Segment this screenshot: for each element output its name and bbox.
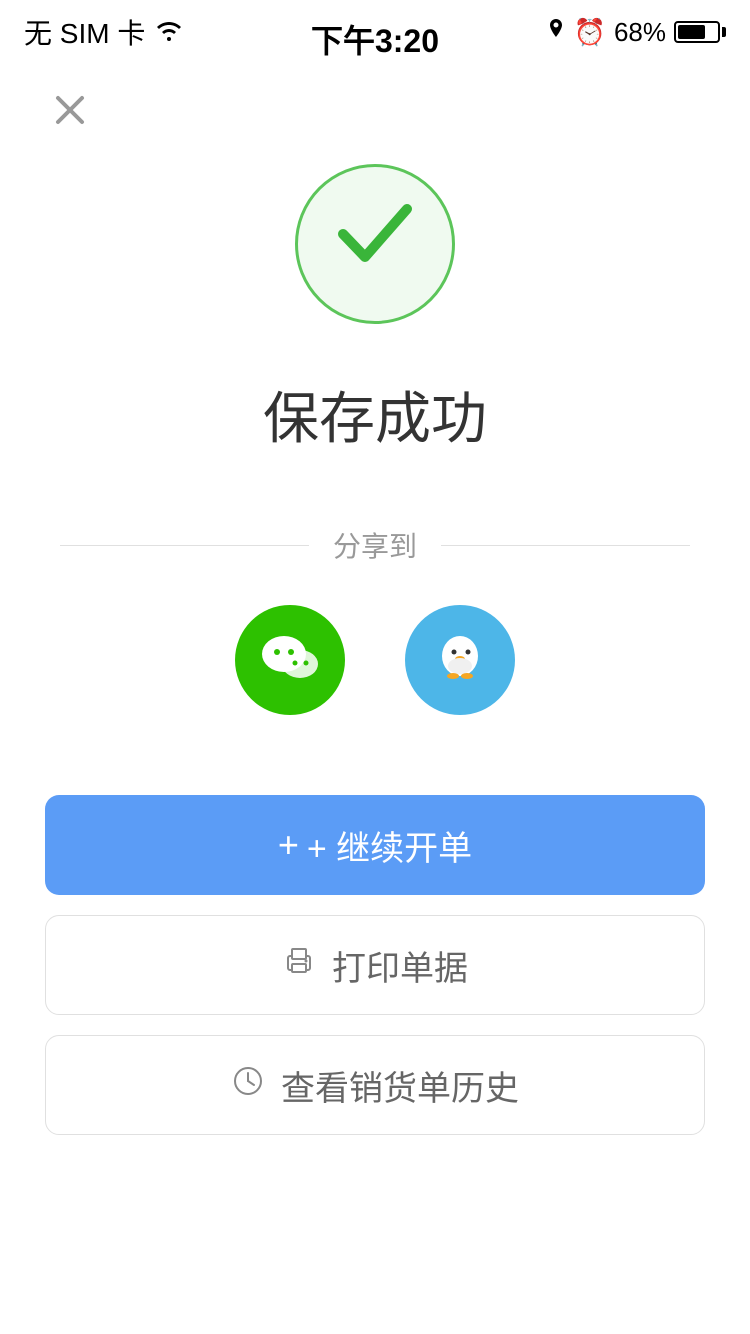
battery-percent: 68%: [614, 17, 666, 48]
qq-share-button[interactable]: [405, 605, 515, 715]
share-divider: 分享到: [0, 525, 750, 565]
clock-icon: [231, 1064, 265, 1107]
history-label: 查看销货单历史: [281, 1061, 519, 1110]
continue-label: + 继续开单: [307, 821, 472, 870]
print-icon: [282, 944, 316, 987]
divider-left: [60, 545, 309, 546]
checkmark-icon: [335, 199, 415, 282]
alarm-icon: ⏰: [574, 17, 606, 48]
carrier-info: 无 SIM 卡: [24, 12, 183, 52]
history-button[interactable]: 查看销货单历史: [45, 1035, 705, 1135]
battery-icon: [674, 21, 726, 43]
location-icon: [546, 17, 566, 48]
share-icons-row: [235, 605, 515, 715]
success-indicator: [295, 164, 455, 324]
success-title: 保存成功: [263, 374, 487, 455]
continue-button[interactable]: + + 继续开单: [45, 795, 705, 895]
print-label: 打印单据: [332, 941, 468, 990]
wechat-icon: [256, 630, 324, 690]
divider-right: [441, 545, 690, 546]
main-content: 保存成功 分享到: [0, 64, 750, 1135]
time-display: 下午3:20: [311, 16, 439, 62]
wifi-icon: [155, 16, 183, 48]
share-section: 分享到: [0, 525, 750, 715]
status-bar: 无 SIM 卡 下午3:20 ⏰ 68%: [0, 0, 750, 64]
share-label: 分享到: [309, 525, 441, 565]
action-buttons: + + 继续开单 打印单据: [45, 795, 705, 1135]
carrier-text: 无 SIM 卡: [24, 12, 145, 52]
qq-icon: [428, 628, 492, 692]
wechat-share-button[interactable]: [235, 605, 345, 715]
plus-icon: +: [278, 824, 299, 866]
print-button[interactable]: 打印单据: [45, 915, 705, 1015]
close-button[interactable]: [40, 80, 100, 140]
close-icon: [50, 90, 90, 130]
system-icons: ⏰ 68%: [546, 17, 726, 48]
